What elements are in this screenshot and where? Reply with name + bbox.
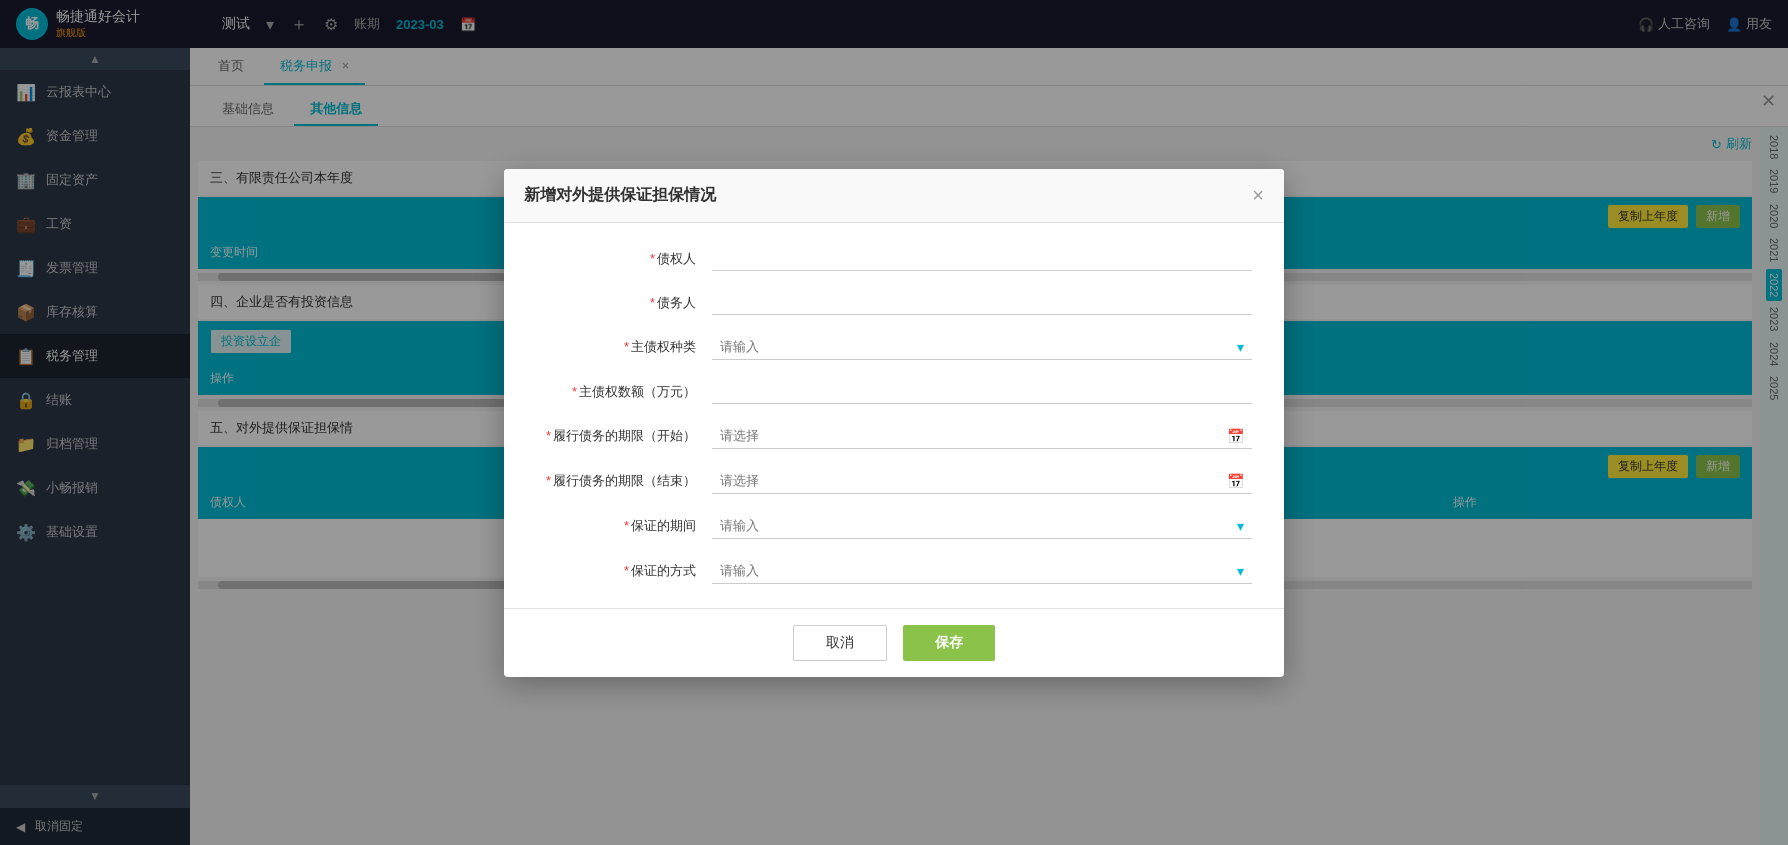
- label-debt-start: *履行债务的期限（开始）: [536, 427, 696, 445]
- form-row-guarantee-method: *保证的方式 ▾: [536, 559, 1252, 584]
- label-guarantee-period: *保证的期间: [536, 517, 696, 535]
- select-claim-type[interactable]: ▾: [712, 335, 1252, 360]
- guarantee-method-dropdown-icon: ▾: [1237, 563, 1244, 579]
- date-debt-start-input[interactable]: [720, 428, 1227, 443]
- date-debt-start[interactable]: 📅: [712, 424, 1252, 449]
- dialog-overlay: 新增对外提供保证担保情况 × *债权人 *债务人 *: [0, 0, 1788, 845]
- dialog-footer: 取消 保存: [504, 608, 1284, 677]
- dialog: 新增对外提供保证担保情况 × *债权人 *债务人 *: [504, 169, 1284, 677]
- date-start-calendar-icon: 📅: [1227, 428, 1244, 444]
- form-row-creditor: *债权人: [536, 247, 1252, 271]
- input-claim-amount[interactable]: [712, 380, 1252, 404]
- required-star-3: *: [624, 339, 629, 354]
- label-claim-type: *主债权种类: [536, 338, 696, 356]
- required-star: *: [650, 251, 655, 266]
- label-guarantee-method: *保证的方式: [536, 562, 696, 580]
- label-debtor: *债务人: [536, 294, 696, 312]
- input-creditor[interactable]: [712, 247, 1252, 271]
- required-star-5: *: [546, 428, 551, 443]
- form-row-debt-start: *履行债务的期限（开始） 📅: [536, 424, 1252, 449]
- date-end-calendar-icon: 📅: [1227, 473, 1244, 489]
- form-row-debtor: *债务人: [536, 291, 1252, 315]
- dialog-close-button[interactable]: ×: [1252, 185, 1264, 205]
- select-claim-type-input[interactable]: [720, 339, 1237, 354]
- required-star-7: *: [624, 518, 629, 533]
- required-star-2: *: [650, 295, 655, 310]
- select-guarantee-period[interactable]: ▾: [712, 514, 1252, 539]
- select-guarantee-method[interactable]: ▾: [712, 559, 1252, 584]
- dialog-body: *债权人 *债务人 *主债权种类 ▾: [504, 223, 1284, 608]
- select-guarantee-period-input[interactable]: [720, 518, 1237, 533]
- date-debt-end[interactable]: 📅: [712, 469, 1252, 494]
- form-row-debt-end: *履行债务的期限（结束） 📅: [536, 469, 1252, 494]
- claim-type-dropdown-icon: ▾: [1237, 339, 1244, 355]
- form-row-claim-amount: *主债权数额（万元）: [536, 380, 1252, 404]
- required-star-6: *: [546, 473, 551, 488]
- select-guarantee-method-input[interactable]: [720, 563, 1237, 578]
- dialog-title: 新增对外提供保证担保情况: [524, 185, 716, 206]
- cancel-button[interactable]: 取消: [793, 625, 887, 661]
- form-row-claim-type: *主债权种类 ▾: [536, 335, 1252, 360]
- label-debt-end: *履行债务的期限（结束）: [536, 472, 696, 490]
- save-button[interactable]: 保存: [903, 625, 995, 661]
- required-star-8: *: [624, 563, 629, 578]
- input-debtor[interactable]: [712, 291, 1252, 315]
- guarantee-period-dropdown-icon: ▾: [1237, 518, 1244, 534]
- dialog-header: 新增对外提供保证担保情况 ×: [504, 169, 1284, 223]
- required-star-4: *: [572, 384, 577, 399]
- label-creditor: *债权人: [536, 250, 696, 268]
- form-row-guarantee-period: *保证的期间 ▾: [536, 514, 1252, 539]
- label-claim-amount: *主债权数额（万元）: [536, 383, 696, 401]
- date-debt-end-input[interactable]: [720, 473, 1227, 488]
